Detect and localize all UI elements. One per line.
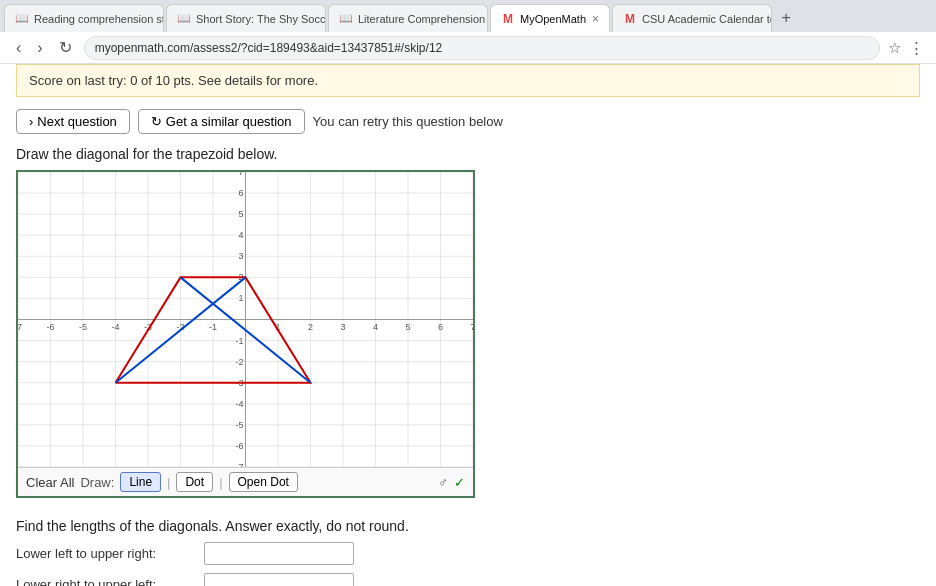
tab-literature[interactable]: 📖 Literature Comprehension Sh... × [328, 4, 488, 32]
question-section: Find the lengths of the diagonals. Answe… [16, 518, 920, 586]
tab-reading[interactable]: 📖 Reading comprehension stori × [4, 4, 164, 32]
lower-right-input[interactable] [204, 573, 354, 586]
url-box[interactable]: myopenmath.com/assess2/?cid=189493&aid=1… [84, 36, 880, 60]
back-button[interactable]: ‹ [12, 37, 25, 59]
menu-button[interactable]: ⋮ [909, 39, 924, 57]
address-bar: ‹ › ↻ myopenmath.com/assess2/?cid=189493… [0, 32, 936, 64]
retry-text: You can retry this question below [313, 114, 503, 129]
reset-icon[interactable]: ♂ [438, 475, 448, 490]
tab-icon-myopenmath: M [501, 12, 515, 26]
lower-right-label: Lower right to upper left: [16, 577, 196, 586]
question-title: Find the lengths of the diagonals. Answe… [16, 518, 920, 534]
graph-toolbar: Clear All Draw: Line | Dot | Open Dot ♂ … [18, 467, 473, 496]
tab-icon-shortstory: 📖 [177, 12, 191, 26]
open-dot-tool-button[interactable]: Open Dot [229, 472, 298, 492]
draw-instruction: Draw the diagonal for the trapezoid belo… [16, 146, 920, 162]
page-content: Score on last try: 0 of 10 pts. See deta… [0, 64, 936, 586]
lower-left-input[interactable] [204, 542, 354, 565]
refresh-icon-similar: ↻ [151, 114, 162, 129]
new-tab-button[interactable]: + [774, 4, 798, 32]
refresh-button[interactable]: ↻ [55, 36, 76, 59]
clear-all-button[interactable]: Clear All [26, 475, 74, 490]
next-question-button[interactable]: › Next question [16, 109, 130, 134]
tab-csu[interactable]: M CSU Academic Calendar to g... × [612, 4, 772, 32]
action-buttons: › Next question ↻ Get a similar question… [16, 109, 920, 134]
info-text: Score on last try: 0 of 10 pts. See deta… [29, 73, 318, 88]
lower-left-label: Lower left to upper right: [16, 546, 196, 561]
lower-right-row: Lower right to upper left: [16, 573, 920, 586]
info-bar: Score on last try: 0 of 10 pts. See deta… [16, 64, 920, 97]
tab-close-myopenmath[interactable]: × [592, 12, 599, 26]
line-tool-button[interactable]: Line [120, 472, 161, 492]
url-text: myopenmath.com/assess2/?cid=189493&aid=1… [95, 41, 443, 55]
bookmark-button[interactable]: ☆ [888, 39, 901, 57]
graph-container: Clear All Draw: Line | Dot | Open Dot ♂ … [16, 170, 475, 498]
tabs-bar: 📖 Reading comprehension stori × 📖 Short … [0, 0, 936, 32]
lower-left-row: Lower left to upper right: [16, 542, 920, 565]
tab-myopenmath[interactable]: M MyOpenMath × [490, 4, 610, 32]
draw-label: Draw: [80, 475, 114, 490]
separator2: | [219, 475, 222, 490]
tab-shortstory[interactable]: 📖 Short Story: The Shy Soccer S × [166, 4, 326, 32]
tab-icon-literature: 📖 [339, 12, 353, 26]
next-arrow-icon: › [29, 114, 33, 129]
graph-canvas[interactable] [18, 172, 473, 467]
separator1: | [167, 475, 170, 490]
get-similar-button[interactable]: ↻ Get a similar question [138, 109, 305, 134]
tab-icon-csu: M [623, 12, 637, 26]
forward-button[interactable]: › [33, 37, 46, 59]
check-icon: ✓ [454, 475, 465, 490]
dot-tool-button[interactable]: Dot [176, 472, 213, 492]
tab-icon-reading: 📖 [15, 12, 29, 26]
